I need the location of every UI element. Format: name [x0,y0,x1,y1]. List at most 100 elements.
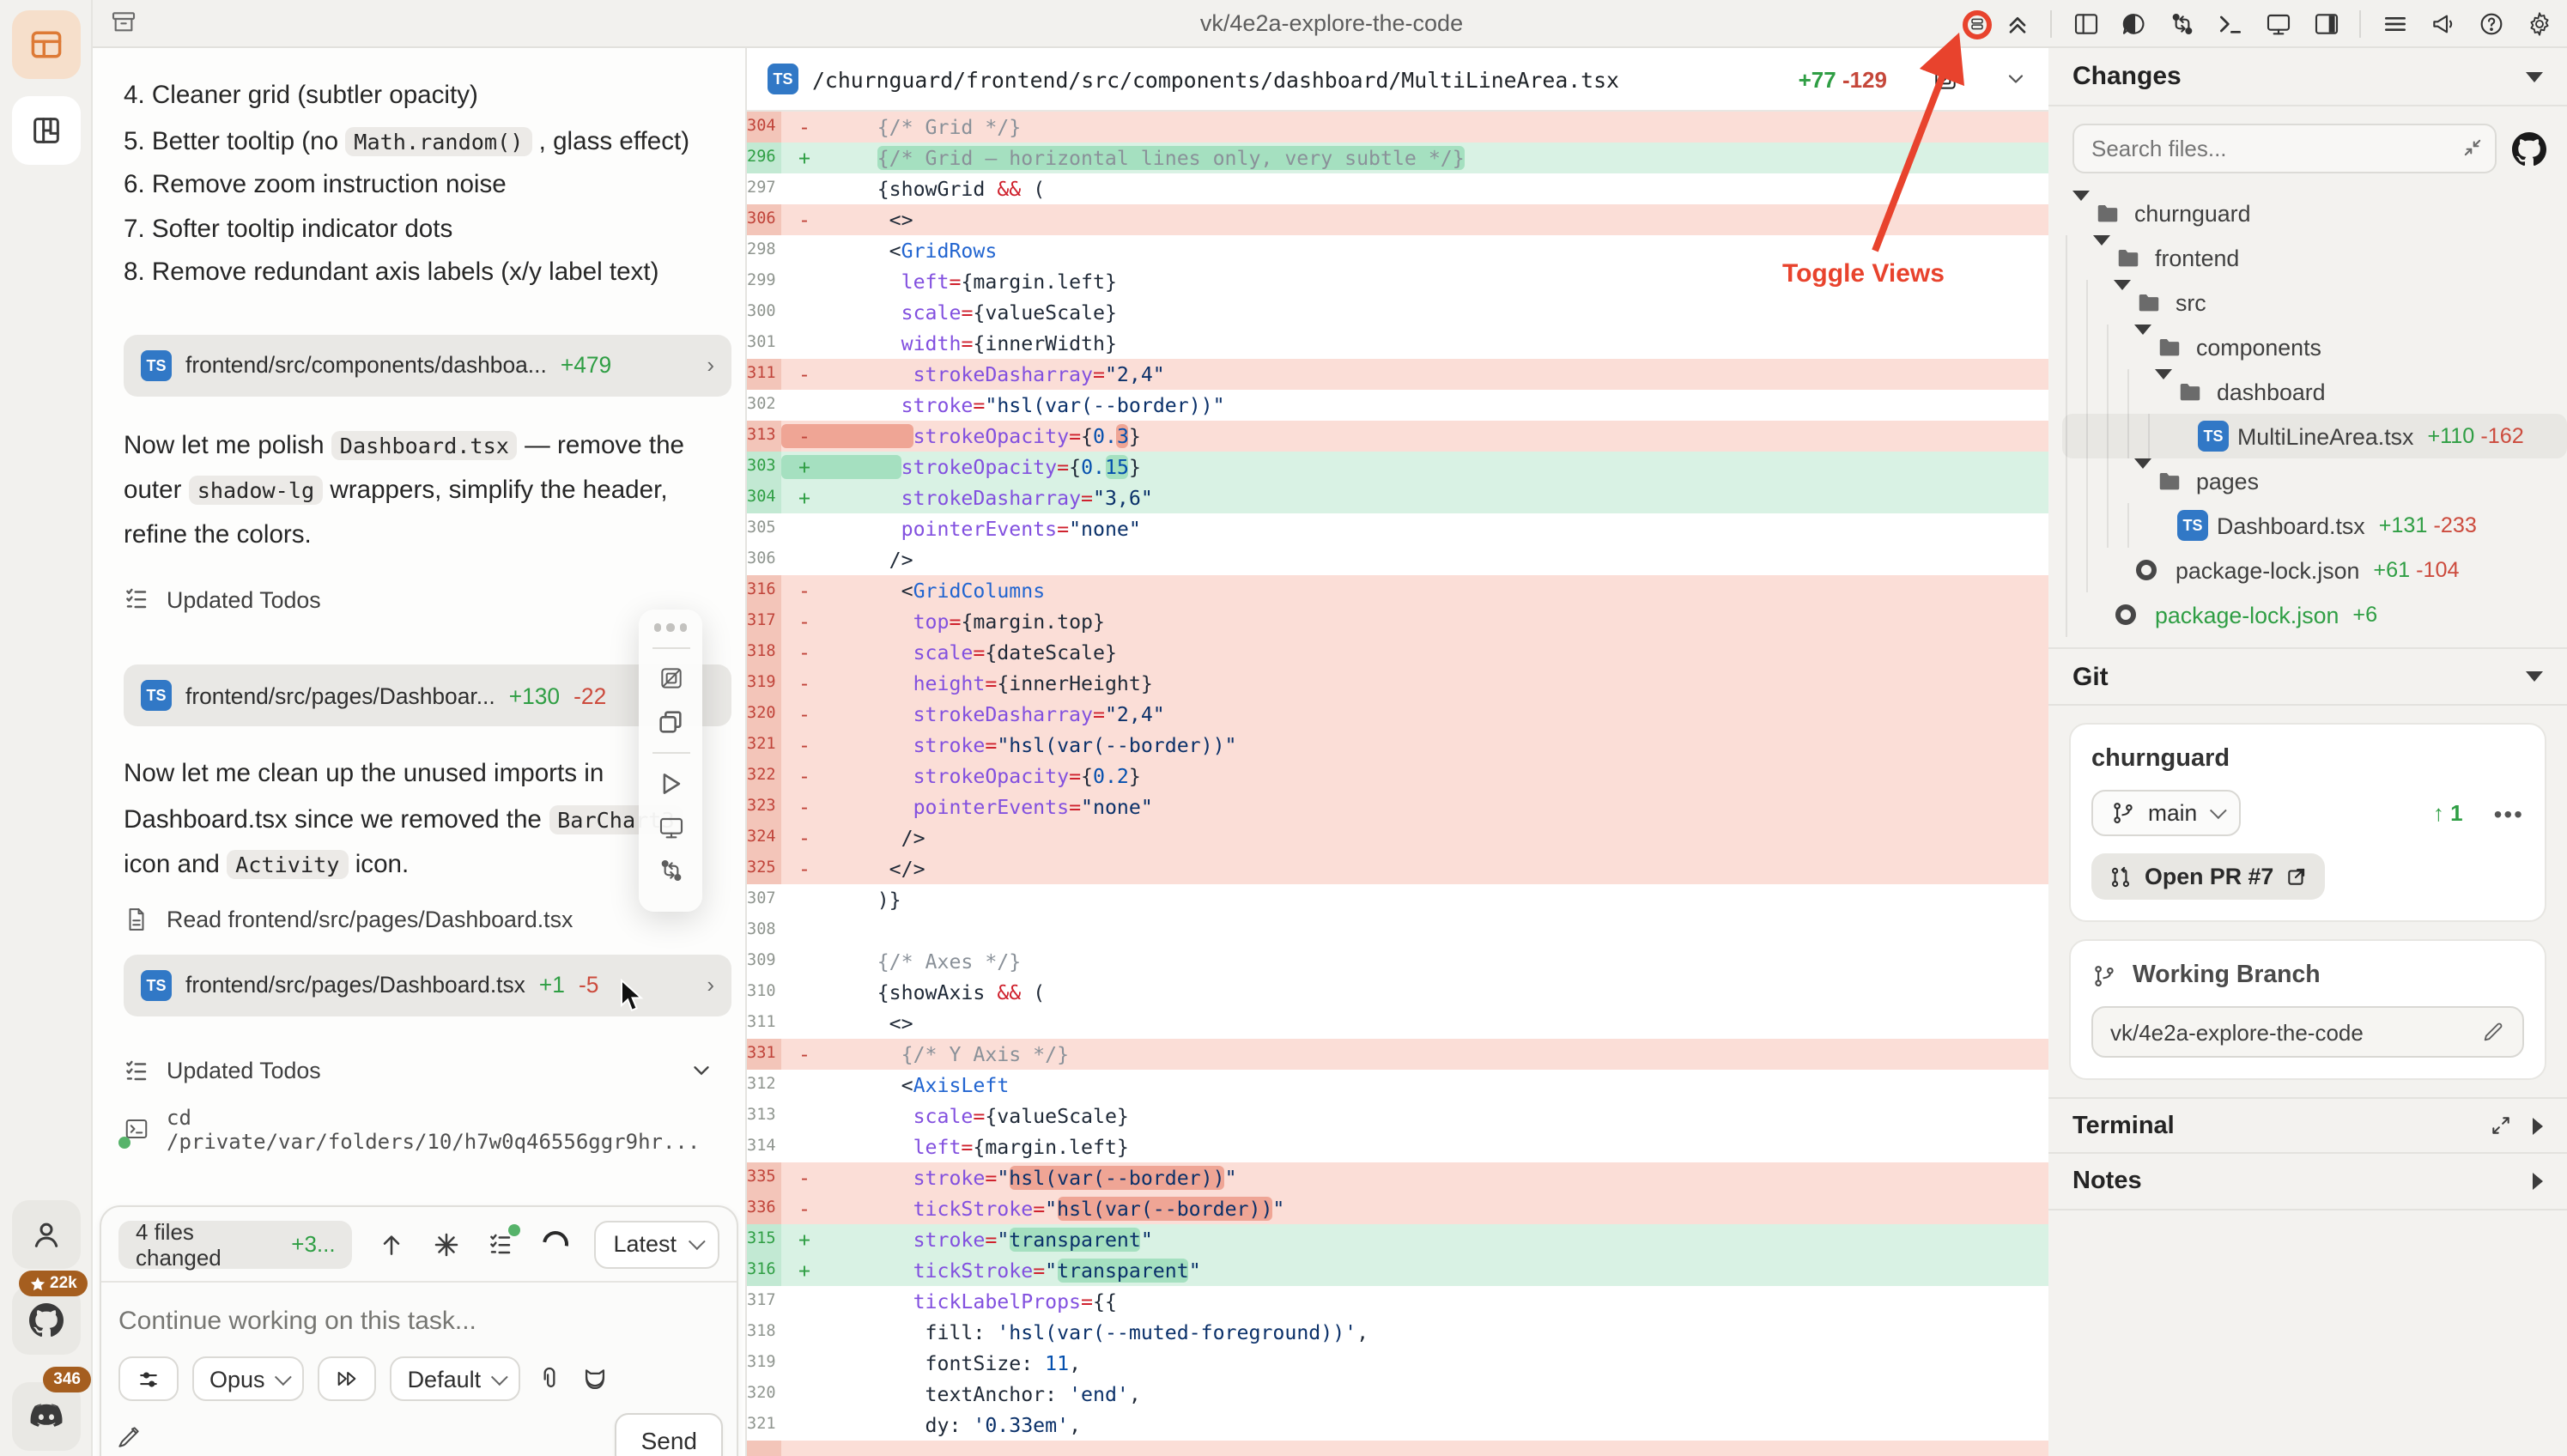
chat-bubble-icon[interactable] [2119,9,2148,39]
chevron-right-icon [2533,1173,2543,1190]
spark-icon[interactable] [431,1228,461,1259]
account-button[interactable] [12,1200,81,1269]
git-section-header[interactable]: Git [2048,647,2567,706]
git-compare-icon[interactable] [657,856,684,883]
tree-file-row[interactable]: package-lock.json+6 [2048,592,2567,637]
diff-row: 320 textAnchor: 'end', [747,1379,2048,1410]
chevron-down-icon[interactable] [2004,67,2028,91]
tree-item-name: components [2196,334,2321,360]
more-options-icon[interactable]: ••• [2494,799,2524,827]
diff-row: 297 {showGrid && ( [747,173,2048,204]
tree-folder-row[interactable]: components [2048,325,2567,369]
file-chip[interactable]: TSfrontend/src/pages/Dashboard.tsx+1-5› [124,954,731,1016]
tree-folder-row[interactable]: dashboard [2048,369,2567,414]
files-changed-chip[interactable]: 4 files changed+3... [118,1220,353,1268]
settings-sliders-button[interactable] [118,1356,179,1401]
tree-file-row[interactable]: TSMultiLineArea.tsx+110 -162 [2062,414,2567,458]
panel-left-icon[interactable] [2071,9,2100,39]
mode-dropdown[interactable]: Default [391,1356,521,1401]
diff-view-icon[interactable] [1932,65,1959,93]
open-pr-button[interactable]: Open PR #7 [2091,853,2325,900]
diff-row: 321- stroke="hsl(var(--border))" [747,730,2048,761]
changes-section-header[interactable]: Changes [2048,48,2567,106]
todo-status-icon[interactable] [486,1228,516,1259]
github-cat-icon[interactable] [2512,131,2546,166]
search-box [2072,124,2497,173]
up-arrow-icon[interactable] [377,1228,407,1259]
drag-handle[interactable] [654,623,688,631]
terminal-section-header[interactable]: Terminal [2048,1097,2567,1154]
code-diff-icon[interactable] [657,664,684,691]
megaphone-icon[interactable] [2428,9,2457,39]
tree-item-name: frontend [2155,245,2239,270]
terminal-icon[interactable] [2215,9,2244,39]
diff-row: 296+ {/* Grid — horizontal lines only, v… [747,143,2048,173]
diff-header: TS /churnguard/frontend/src/components/d… [747,48,2048,112]
diff-row: 308 [747,915,2048,946]
tool-row-label: Updated Todos [167,1058,321,1083]
search-input[interactable] [2072,124,2497,173]
diff-row: 314 left={margin.left} [747,1131,2048,1162]
chevron-right-icon: › [707,352,714,378]
diff-row: 320- strokeDasharray="2,4" [747,699,2048,730]
tree-folder-row[interactable]: churnguard [2048,191,2567,235]
tree-folder-row[interactable]: frontend [2048,235,2567,280]
send-button[interactable]: Send [616,1413,723,1456]
tree-file-row[interactable]: package-lock.json+61 -104 [2048,548,2567,592]
monitor-icon[interactable] [657,813,684,840]
tree-file-row[interactable]: TSDashboard.tsx+131 -233 [2048,503,2567,548]
file-icon [124,906,151,933]
collapse-tree-icon[interactable] [2461,136,2485,160]
tool-row[interactable]: cd /private/var/folders/10/h7w0q46556ggr… [124,1112,735,1146]
chevron-right-icon [2533,1117,2543,1134]
discord-button[interactable]: 346 [12,1382,81,1451]
todo-icon [124,585,151,613]
archive-icon[interactable] [110,9,141,39]
diff-row: 305 pointerEvents="none" [747,513,2048,544]
title-bar: vk/4e2a-explore-the-code [0,0,2567,48]
menu-icon[interactable] [2380,9,2409,39]
working-branch-input[interactable]: vk/4e2a-explore-the-code [2091,1006,2524,1058]
play-icon[interactable] [656,768,685,798]
diff-row: 323- pointerEvents="none" [747,792,2048,822]
cat-icon[interactable] [579,1363,610,1394]
layout-view-button[interactable] [12,10,81,79]
copy-icon[interactable] [656,707,685,736]
github-button[interactable]: 22k [12,1286,81,1355]
divider [2359,10,2361,38]
git-compare-icon[interactable] [2167,9,2196,39]
latest-dropdown[interactable]: Latest [594,1220,719,1268]
help-icon[interactable] [2476,9,2505,39]
diff-row: 312 <AxisLeft [747,1070,2048,1101]
repo-name: churnguard [2091,745,2524,773]
file-chip[interactable]: TSfrontend/src/components/dashboa...+479… [124,334,731,396]
tree-folder-row[interactable]: src [2048,280,2567,325]
brush-icon[interactable] [115,1423,143,1451]
notes-section-header[interactable]: Notes [2048,1154,2567,1210]
ahead-count: ↑ 1 [2433,800,2463,826]
titlebar-icon-strip [1971,0,2553,48]
tree-item-name: package-lock.json [2176,557,2359,583]
composer-input[interactable]: Continue working on this task... [101,1283,737,1336]
tool-row[interactable]: Updated Todos [124,1053,735,1088]
tree-folder-row[interactable]: pages [2048,458,2567,503]
floating-toolbar [639,610,702,912]
model-dropdown[interactable]: Opus [192,1356,305,1401]
diff-row: 318- scale={dateScale} [747,637,2048,668]
expand-icon[interactable] [2490,1114,2512,1137]
chat-message: 4. Cleaner grid (subtler opacity) 5. Bet… [124,76,735,296]
fast-forward-button[interactable] [319,1356,377,1401]
settings-gear-icon[interactable] [2524,9,2553,39]
tool-row[interactable]: Updated Todos [124,582,735,616]
board-view-button[interactable] [12,96,81,165]
attach-paperclip-icon[interactable] [534,1363,565,1394]
diff-row: 315+ stroke="transparent" [747,1224,2048,1255]
diff-row: 310 {showAxis && ( [747,977,2048,1008]
monitor-icon[interactable] [2263,9,2292,39]
collapse-all-icon[interactable] [2002,9,2031,39]
diff-row: 331- {/* Y Axis */} [747,1039,2048,1070]
toggle-views-icon[interactable] [1963,9,1992,39]
panel-right-icon[interactable] [2311,9,2340,39]
edit-pencil-icon[interactable] [2481,1020,2505,1044]
branch-dropdown[interactable]: main [2091,790,2240,836]
